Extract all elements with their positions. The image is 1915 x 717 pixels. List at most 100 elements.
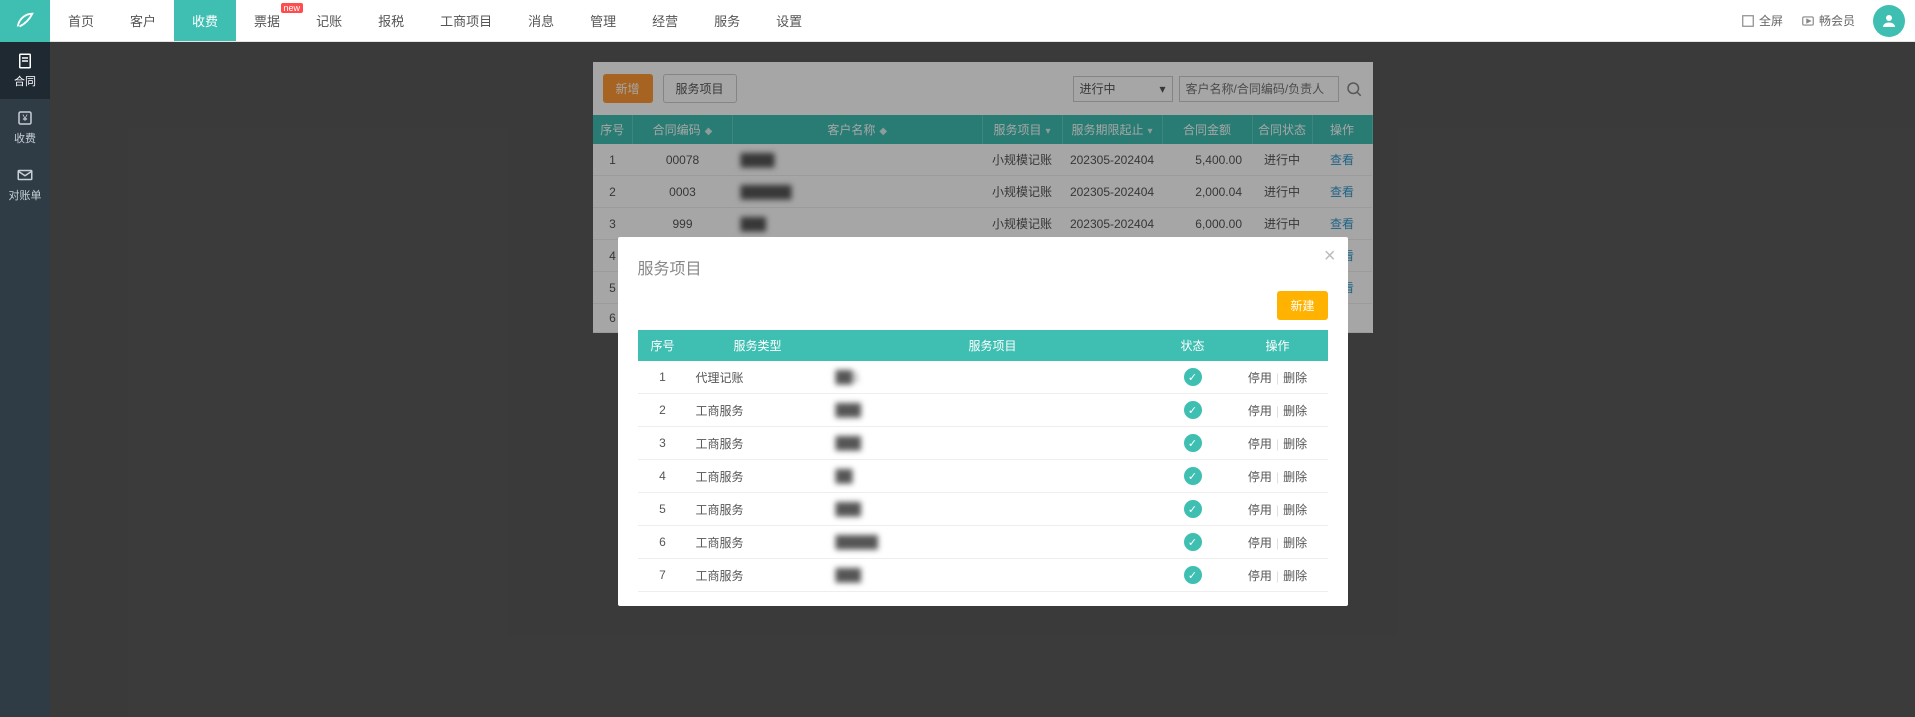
add-button[interactable]: 新增 <box>603 74 653 103</box>
table-row: 6工商服务█████停用|删除 <box>638 526 1328 559</box>
search-icon[interactable] <box>1345 80 1363 98</box>
col-period[interactable]: 服务期限起止▾ <box>1062 115 1162 144</box>
cell-status <box>1158 493 1228 526</box>
table-row: 3999███小规模记账202305-2024046,000.00进行中查看 <box>593 208 1373 240</box>
service-items-button[interactable]: 服务项目 <box>663 74 737 103</box>
sidebar-item[interactable]: ¥收费 <box>0 99 50 156</box>
col-customer[interactable]: 客户名称◆ <box>733 115 983 144</box>
topnav-item[interactable]: 设置 <box>758 0 820 41</box>
cell-seq: 2 <box>638 394 688 427</box>
topnav-item[interactable]: 服务 <box>696 0 758 41</box>
disable-link[interactable]: 停用 <box>1244 404 1276 418</box>
topnav-item[interactable]: 工商项目 <box>422 0 510 41</box>
cell-code: 999 <box>633 208 733 240</box>
delete-link[interactable]: 删除 <box>1279 371 1311 385</box>
search-input[interactable] <box>1179 76 1339 102</box>
topnav-item[interactable]: 经营 <box>634 0 696 41</box>
cell-type: 工商服务 <box>688 592 828 597</box>
sidebar-item-label: 合同 <box>14 76 36 88</box>
col-amount[interactable]: 合同金额 <box>1162 115 1252 144</box>
topnav-item[interactable]: 管理 <box>572 0 634 41</box>
topnav-item[interactable]: 报税 <box>360 0 422 41</box>
topnav-item[interactable]: 客户 <box>112 0 174 41</box>
cell-amount: 5,400.00 <box>1162 144 1252 176</box>
cell-seq: 2 <box>593 176 633 208</box>
chevron-down-icon: ▾ <box>1159 82 1165 96</box>
topnav-item[interactable]: 首页 <box>50 0 112 41</box>
delete-link[interactable]: 删除 <box>1279 503 1311 517</box>
topnav-item[interactable]: 消息 <box>510 0 572 41</box>
table-row: 20003██████小规模记账202305-2024042,000.04进行中… <box>593 176 1373 208</box>
col-code[interactable]: 合同编码◆ <box>633 115 733 144</box>
mcol-project: 服务项目 <box>828 330 1158 361</box>
cell-status <box>1158 559 1228 592</box>
delete-link[interactable]: 删除 <box>1279 536 1311 550</box>
close-icon[interactable]: × <box>1324 245 1336 268</box>
cell-status <box>1158 394 1228 427</box>
view-link[interactable]: 查看 <box>1330 217 1354 231</box>
cell-action: 停用|删除 <box>1228 559 1328 592</box>
col-project[interactable]: 服务项目▾ <box>982 115 1062 144</box>
topnav-item[interactable]: 收费 <box>174 0 236 41</box>
status-ok-icon <box>1184 368 1202 386</box>
cell-status: 进行中 <box>1252 208 1312 240</box>
fullscreen-button[interactable]: 全屏 <box>1735 12 1789 29</box>
member-button[interactable]: 畅会员 <box>1795 12 1861 29</box>
topnav-item[interactable]: 记账 <box>298 0 360 41</box>
cell-amount: 2,000.04 <box>1162 176 1252 208</box>
cell-status <box>1158 361 1228 394</box>
table-row: 8工商服务██注册停用|删除 <box>638 592 1328 597</box>
status-ok-icon <box>1184 533 1202 551</box>
cell-action: 停用|删除 <box>1228 526 1328 559</box>
toolbar: 新增 服务项目 进行中 ▾ <box>593 62 1373 115</box>
cell-seq: 5 <box>638 493 688 526</box>
sort-icon: ◆ <box>879 126 887 137</box>
cell-seq: 3 <box>638 427 688 460</box>
view-link[interactable]: 查看 <box>1330 185 1354 199</box>
topnav-item[interactable]: 票据new <box>236 0 298 41</box>
delete-link[interactable]: 删除 <box>1279 470 1311 484</box>
table-row: 3工商服务███停用|删除 <box>638 427 1328 460</box>
col-seq[interactable]: 序号 <box>593 115 633 144</box>
cell-project: █████ <box>828 526 1158 559</box>
cell-project: ██注册 <box>828 592 1158 597</box>
disable-link[interactable]: 停用 <box>1244 470 1276 484</box>
status-filter-value: 进行中 <box>1080 80 1116 97</box>
table-row: 4工商服务██停用|删除 <box>638 460 1328 493</box>
avatar[interactable] <box>1873 5 1905 37</box>
cell-status <box>1158 460 1228 493</box>
cell-customer: ███ <box>733 208 983 240</box>
fullscreen-label: 全屏 <box>1759 12 1783 29</box>
mcol-action: 操作 <box>1228 330 1328 361</box>
disable-link[interactable]: 停用 <box>1244 569 1276 583</box>
delete-link[interactable]: 删除 <box>1279 437 1311 451</box>
disable-link[interactable]: 停用 <box>1244 371 1276 385</box>
view-link[interactable]: 查看 <box>1330 153 1354 167</box>
sidebar-item[interactable]: 合同 <box>0 42 50 99</box>
cell-action: 查看 <box>1312 144 1372 176</box>
disable-link[interactable]: 停用 <box>1244 437 1276 451</box>
cell-project: ██1 <box>828 361 1158 394</box>
status-ok-icon <box>1184 500 1202 518</box>
status-filter-select[interactable]: 进行中 ▾ <box>1073 76 1173 102</box>
disable-link[interactable]: 停用 <box>1244 536 1276 550</box>
cell-project: ███ <box>828 427 1158 460</box>
cell-period: 202305-202404 <box>1062 144 1162 176</box>
cell-status <box>1158 592 1228 597</box>
cell-type: 工商服务 <box>688 559 828 592</box>
topbar-right: 全屏 畅会员 <box>1735 0 1915 41</box>
delete-link[interactable]: 删除 <box>1279 569 1311 583</box>
col-status[interactable]: 合同状态 <box>1252 115 1312 144</box>
new-button[interactable]: 新建 <box>1277 291 1327 320</box>
modal-title: 服务项目 <box>618 237 1348 285</box>
service-items-modal: × 服务项目 新建 序号 服务类型 服务项目 状态 操作 <box>618 237 1348 606</box>
sidebar-item[interactable]: 对账单 <box>0 156 50 213</box>
table-row: 1代理记账██1停用|删除 <box>638 361 1328 394</box>
sort-icon: ▾ <box>1045 126 1050 137</box>
delete-link[interactable]: 删除 <box>1279 404 1311 418</box>
disable-link[interactable]: 停用 <box>1244 503 1276 517</box>
cell-type: 工商服务 <box>688 394 828 427</box>
cell-seq: 8 <box>638 592 688 597</box>
cell-seq: 4 <box>638 460 688 493</box>
logo[interactable] <box>0 0 50 42</box>
